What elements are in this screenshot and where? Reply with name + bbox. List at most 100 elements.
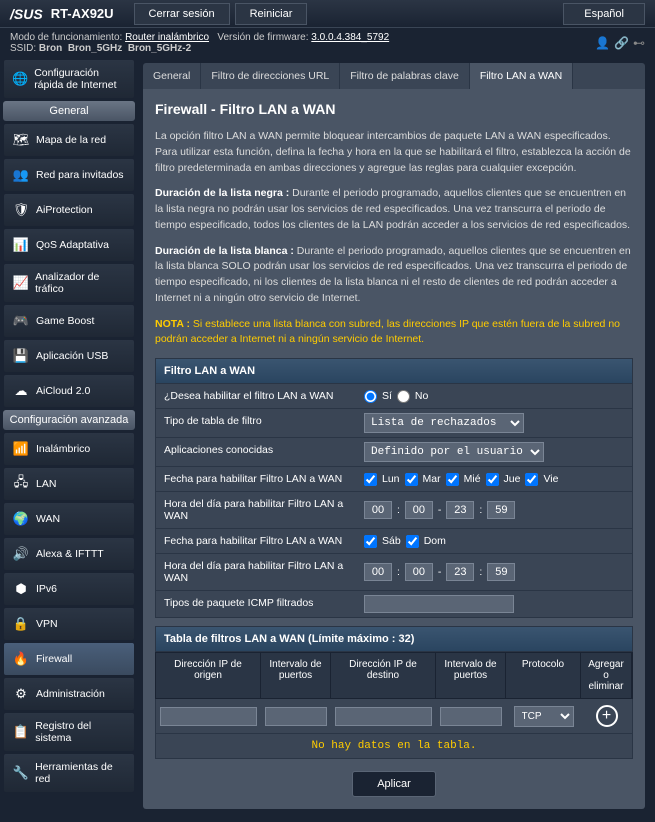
firmware-link[interactable]: 3.0.0.4.384_5792 <box>311 32 389 43</box>
guest-icon: 👥 <box>12 166 30 184</box>
language-selector[interactable]: Español <box>563 3 645 25</box>
sidebar-item-syslog[interactable]: 📋Registro del sistema <box>3 712 135 752</box>
usb-icon: ⊷ <box>633 36 645 50</box>
time2-m1-input[interactable] <box>405 563 433 581</box>
speed-icon: 📊 <box>12 236 30 254</box>
date2-label: Fecha para habilitar Filtro LAN a WAN <box>156 529 356 553</box>
time1-m2-input[interactable] <box>487 501 515 519</box>
info-line: Modo de funcionamiento: Router inalámbri… <box>10 32 389 54</box>
blacklist-text: Duración de la lista negra : Durante el … <box>155 186 633 233</box>
sidebar-item-qos[interactable]: 📊QoS Adaptativa <box>3 228 135 262</box>
enable-no-radio[interactable] <box>397 390 410 403</box>
time1-h1-input[interactable] <box>364 501 392 519</box>
shield-icon: 🛡 <box>12 201 30 219</box>
sidebar-item-map[interactable]: 🗺Mapa de la red <box>3 123 135 157</box>
ipv6-icon: ⬢ <box>12 580 30 598</box>
tab-keyword-filter[interactable]: Filtro de palabras clave <box>340 63 470 89</box>
link-icon: 🔗 <box>614 36 629 50</box>
sidebar-item-ipv6[interactable]: ⬢IPv6 <box>3 572 135 606</box>
day-jue-checkbox[interactable] <box>486 473 499 486</box>
intro-text: La opción filtro LAN a WAN permite bloqu… <box>155 129 633 176</box>
time1-label: Hora del día para habilitar Filtro LAN a… <box>156 492 356 528</box>
gear-icon: ⚙ <box>12 685 30 703</box>
sidebar-item-vpn[interactable]: 🔒VPN <box>3 607 135 641</box>
time2-h1-input[interactable] <box>364 563 392 581</box>
day-vie-checkbox[interactable] <box>525 473 538 486</box>
sidebar-item-aicloud[interactable]: ☁AiCloud 2.0 <box>3 374 135 408</box>
table-type-select[interactable]: Lista de rechazados <box>364 413 524 433</box>
day-dom-checkbox[interactable] <box>406 535 419 548</box>
table-input-row: TCP + <box>155 699 633 734</box>
sidebar-item-guest[interactable]: 👥Red para invitados <box>3 158 135 192</box>
table-columns: Dirección IP de origenIntervalo de puert… <box>155 652 633 699</box>
icmp-input[interactable] <box>364 595 514 613</box>
model-name: RT-AX92U <box>51 6 114 21</box>
sidebar-advanced-header: Configuración avanzada <box>3 410 135 430</box>
reboot-button[interactable]: Reiniciar <box>235 3 308 25</box>
wan-icon: 🌍 <box>12 510 30 528</box>
sidebar-item-tools[interactable]: 🔧Herramientas de red <box>3 753 135 793</box>
time2-m2-input[interactable] <box>487 563 515 581</box>
note-text: NOTA : Si establece una lista blanca con… <box>155 317 633 349</box>
sidebar-item-usb[interactable]: 💾Aplicación USB <box>3 339 135 373</box>
day-mar-checkbox[interactable] <box>405 473 418 486</box>
apply-button[interactable]: Aplicar <box>352 771 436 797</box>
sidebar-general-header: General <box>3 101 135 121</box>
status-icons: 👤 🔗 ⊷ <box>595 36 645 50</box>
vpn-icon: 🔒 <box>12 615 30 633</box>
whitelist-text: Duración de la lista blanca : Durante el… <box>155 244 633 307</box>
tab-lan-wan-filter[interactable]: Filtro LAN a WAN <box>470 63 573 89</box>
dst-ip-input[interactable] <box>335 707 432 726</box>
tab-url-filter[interactable]: Filtro de direcciones URL <box>201 63 340 89</box>
cloud-icon: ☁ <box>12 382 30 400</box>
usb-app-icon: 💾 <box>12 347 30 365</box>
brand-logo: /SUS <box>10 6 43 22</box>
sidebar: 🌐Configuración rápida de Internet Genera… <box>0 58 138 819</box>
dst-port-input[interactable] <box>440 707 502 726</box>
chart-icon: 📈 <box>12 274 29 292</box>
src-port-input[interactable] <box>265 707 327 726</box>
time2-h2-input[interactable] <box>446 563 474 581</box>
tools-icon: 🔧 <box>12 764 29 782</box>
table-header: Tabla de filtros LAN a WAN (Límite máxim… <box>155 626 633 652</box>
sidebar-item-game[interactable]: 🎮Game Boost <box>3 304 135 338</box>
mode-link[interactable]: Router inalámbrico <box>125 32 209 43</box>
day-lun-checkbox[interactable] <box>364 473 377 486</box>
add-rule-button[interactable]: + <box>596 705 618 727</box>
sidebar-item-wan[interactable]: 🌍WAN <box>3 502 135 536</box>
time1-m1-input[interactable] <box>405 501 433 519</box>
time2-label: Hora del día para habilitar Filtro LAN a… <box>156 554 356 590</box>
logout-button[interactable]: Cerrar sesión <box>134 3 230 25</box>
sidebar-item-alexa[interactable]: 🔊Alexa & IFTTT <box>3 537 135 571</box>
sidebar-item-aiprotection[interactable]: 🛡AiProtection <box>3 193 135 227</box>
sidebar-item-wireless[interactable]: 📶Inalámbrico <box>3 432 135 466</box>
apps-label: Aplicaciones conocidas <box>156 438 356 466</box>
sidebar-item-traffic[interactable]: 📈Analizador de tráfico <box>3 263 135 303</box>
wifi-icon: 📶 <box>12 440 30 458</box>
sidebar-item-lan[interactable]: 🖧LAN <box>3 467 135 501</box>
map-icon: 🗺 <box>12 131 30 149</box>
day-sab-checkbox[interactable] <box>364 535 377 548</box>
user-icon: 👤 <box>595 36 610 50</box>
sidebar-item-firewall[interactable]: 🔥Firewall <box>3 642 135 676</box>
table-type-label: Tipo de tabla de filtro <box>156 409 356 437</box>
date1-label: Fecha para habilitar Filtro LAN a WAN <box>156 467 356 491</box>
empty-table-message: No hay datos en la tabla. <box>155 734 633 759</box>
gamepad-icon: 🎮 <box>12 312 30 330</box>
apps-select[interactable]: Definido por el usuario <box>364 442 544 462</box>
time1-h2-input[interactable] <box>446 501 474 519</box>
globe-icon: 🌐 <box>12 70 28 88</box>
tab-bar: General Filtro de direcciones URL Filtro… <box>143 63 645 89</box>
firewall-icon: 🔥 <box>12 650 30 668</box>
protocol-select[interactable]: TCP <box>514 706 574 727</box>
log-icon: 📋 <box>12 723 29 741</box>
enable-label: ¿Desea habilitar el filtro LAN a WAN <box>156 384 356 408</box>
icmp-label: Tipos de paquete ICMP filtrados <box>156 591 356 617</box>
sidebar-quick-setup[interactable]: 🌐Configuración rápida de Internet <box>3 59 135 99</box>
tab-general[interactable]: General <box>143 63 201 89</box>
src-ip-input[interactable] <box>160 707 257 726</box>
day-mie-checkbox[interactable] <box>446 473 459 486</box>
sidebar-item-admin[interactable]: ⚙Administración <box>3 677 135 711</box>
enable-yes-radio[interactable] <box>364 390 377 403</box>
lan-icon: 🖧 <box>12 475 30 493</box>
